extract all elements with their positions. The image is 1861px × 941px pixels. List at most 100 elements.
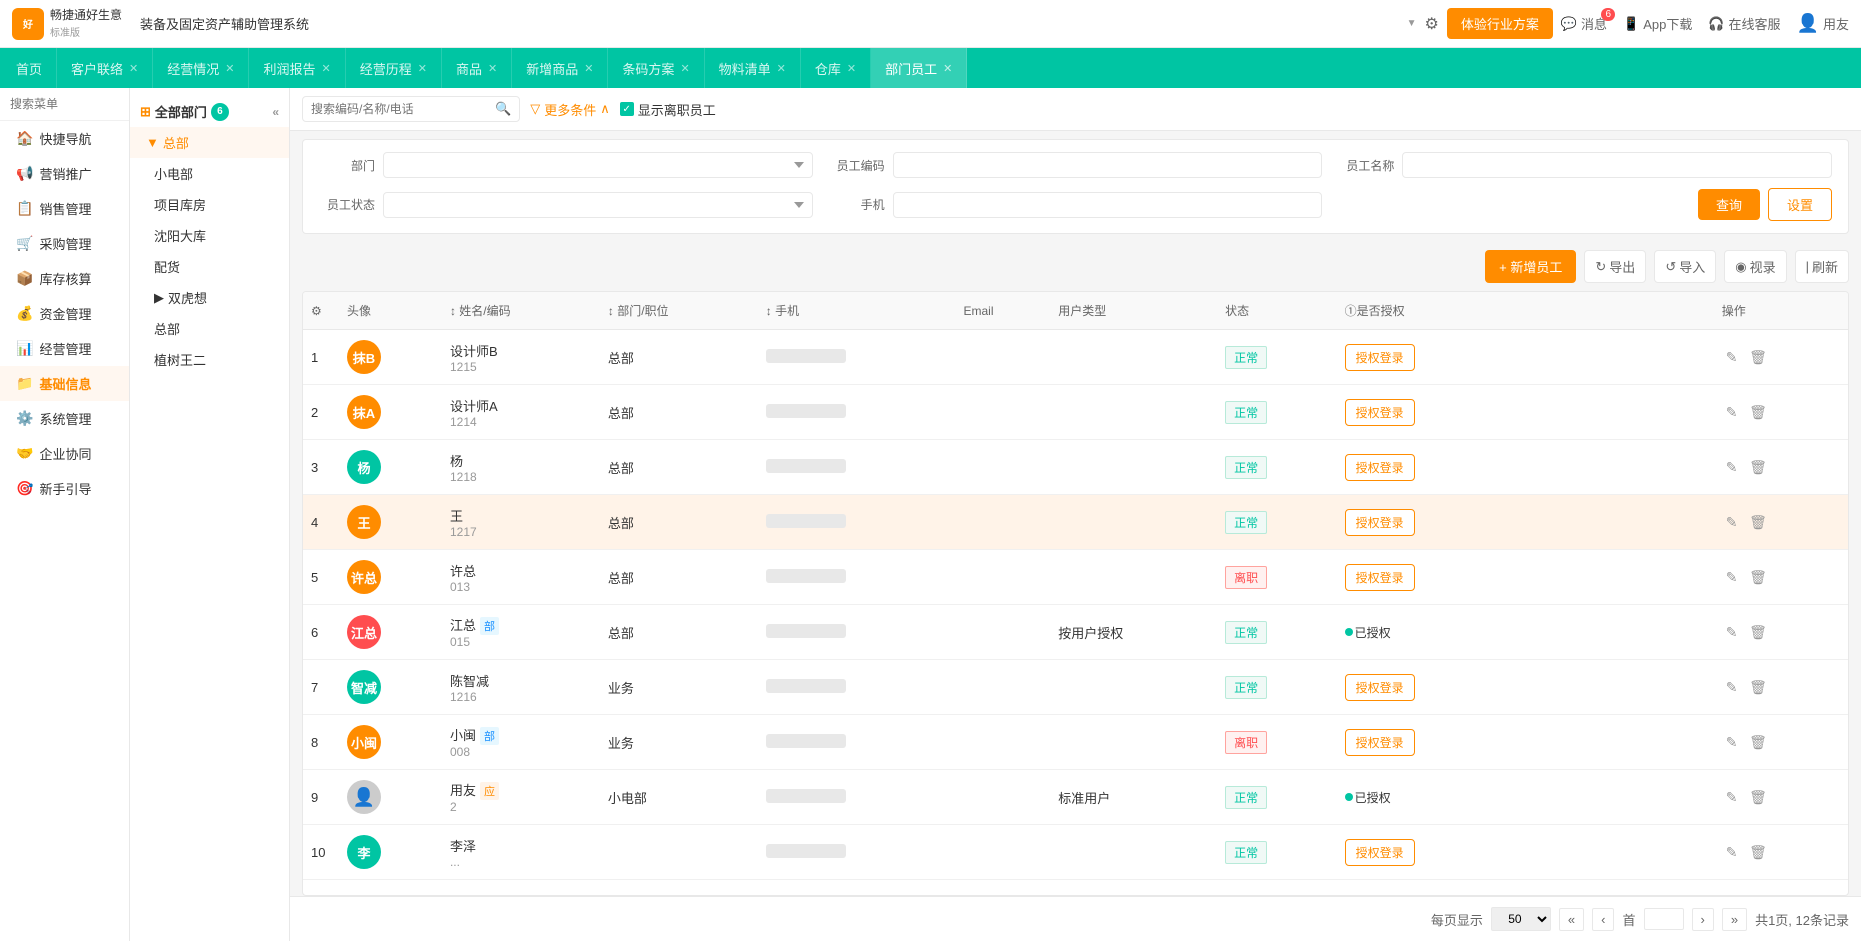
message-button[interactable]: 💬 消息 6: [1561, 14, 1607, 33]
close-icon[interactable]: ✕: [943, 62, 952, 75]
auth-button[interactable]: 授权登录: [1345, 399, 1415, 426]
auth-button[interactable]: 授权登录: [1345, 509, 1415, 536]
edit-button[interactable]: ✎: [1722, 457, 1742, 478]
tab-customer[interactable]: 客户联络✕: [57, 48, 153, 88]
tab-department[interactable]: 部门员工✕: [871, 48, 967, 88]
online-service-button[interactable]: 🎧 在线客服: [1708, 14, 1780, 33]
page-number-input[interactable]: 1: [1644, 908, 1684, 930]
edit-button[interactable]: ✎: [1722, 347, 1742, 368]
emp-code-input[interactable]: [893, 152, 1323, 178]
col-phone[interactable]: ↕ 手机: [758, 292, 956, 330]
search-input[interactable]: [311, 102, 491, 116]
edit-button[interactable]: ✎: [1722, 512, 1742, 533]
prev-page-button[interactable]: ‹: [1592, 908, 1614, 931]
sidebar-item-business[interactable]: 📊 经营管理: [0, 331, 129, 366]
tab-process[interactable]: 经营历程✕: [346, 48, 442, 88]
sidebar-item-inventory[interactable]: 📦 库存核算: [0, 261, 129, 296]
show-resign-toggle[interactable]: ✓ 显示离职员工: [620, 100, 716, 119]
dept-select[interactable]: [383, 152, 813, 178]
search-input[interactable]: [10, 97, 130, 111]
auth-button[interactable]: 授权登录: [1345, 674, 1415, 701]
col-dept[interactable]: ↕ 部门/职位: [600, 292, 758, 330]
auth-button[interactable]: 授权登录: [1345, 839, 1415, 866]
delete-button[interactable]: 🗑: [1745, 842, 1771, 863]
next-page-button[interactable]: ›: [1692, 908, 1714, 931]
edit-button[interactable]: ✎: [1722, 402, 1742, 423]
set-button[interactable]: 设置: [1768, 188, 1832, 221]
delete-button[interactable]: 🗑: [1745, 677, 1771, 698]
sidebar-item-quicknav[interactable]: 🏠 快捷导航: [0, 121, 129, 156]
auth-button[interactable]: 授权登录: [1345, 344, 1415, 371]
tab-goods[interactable]: 商品✕: [442, 48, 512, 88]
close-icon[interactable]: ✕: [129, 62, 138, 75]
delete-button[interactable]: 🗑: [1745, 622, 1771, 643]
settings-button[interactable]: ⚙: [1424, 14, 1438, 34]
trial-button[interactable]: 体验行业方案: [1447, 8, 1553, 39]
dept-node-shuanghu[interactable]: ▶ 双虎想: [138, 282, 289, 313]
tab-profit[interactable]: 利润报告✕: [249, 48, 345, 88]
delete-button[interactable]: 🗑: [1745, 457, 1771, 478]
tab-bom[interactable]: 物料清单✕: [705, 48, 801, 88]
more-conditions-button[interactable]: ▽ 更多条件 ∧: [530, 100, 610, 119]
sidebar-item-collab[interactable]: 🤝 企业协同: [0, 436, 129, 471]
close-icon[interactable]: ✕: [680, 62, 689, 75]
tab-new-goods[interactable]: 新增商品✕: [512, 48, 608, 88]
delete-button[interactable]: 🗑: [1745, 402, 1771, 423]
sidebar-item-marketing[interactable]: 📢 营销推广: [0, 156, 129, 191]
close-icon[interactable]: ✕: [322, 62, 331, 75]
tab-warehouse[interactable]: 仓库✕: [801, 48, 871, 88]
close-icon[interactable]: ✕: [777, 62, 786, 75]
system-title-dropdown-icon[interactable]: ▼: [1407, 18, 1417, 29]
tab-home[interactable]: 首页: [8, 48, 57, 88]
dept-node-shenyang[interactable]: 沈阳大库: [138, 220, 289, 251]
auth-button[interactable]: 授权登录: [1345, 454, 1415, 481]
per-page-select[interactable]: 50 100: [1491, 907, 1551, 931]
close-icon[interactable]: ✕: [584, 62, 593, 75]
tab-operations[interactable]: 经营情况✕: [153, 48, 249, 88]
add-employee-button[interactable]: + 新增员工: [1485, 250, 1576, 283]
dept-node-smallelec[interactable]: 小电部: [138, 158, 289, 189]
edit-button[interactable]: ✎: [1722, 842, 1742, 863]
sidebar-item-guide[interactable]: 🎯 新手引导: [0, 471, 129, 506]
dept-node-plant[interactable]: 植树王二: [138, 344, 289, 375]
sidebar-item-finance[interactable]: 💰 资金管理: [0, 296, 129, 331]
sidebar-item-purchase[interactable]: 🛒 采购管理: [0, 226, 129, 261]
query-button[interactable]: 查询: [1698, 189, 1760, 220]
status-select[interactable]: [383, 192, 813, 218]
import-button[interactable]: ↺ 导入: [1654, 250, 1716, 283]
edit-button[interactable]: ✎: [1722, 787, 1742, 808]
dept-node-dispatch[interactable]: 配货: [138, 251, 289, 282]
app-download-button[interactable]: 📱 App下载: [1623, 14, 1692, 33]
view-button[interactable]: ◉ 视录: [1724, 250, 1786, 283]
dept-node-general[interactable]: ▼ 总部: [130, 127, 289, 158]
edit-button[interactable]: ✎: [1722, 622, 1742, 643]
close-icon[interactable]: ✕: [225, 62, 234, 75]
search-filter[interactable]: 🔍: [302, 96, 520, 122]
user-menu[interactable]: 👤 用友: [1797, 13, 1849, 34]
dept-node-hq[interactable]: 总部: [138, 313, 289, 344]
sidebar-search[interactable]: 🔍: [0, 88, 129, 121]
col-name[interactable]: ↕ 姓名/编码: [442, 292, 600, 330]
first-page-button[interactable]: «: [1559, 908, 1584, 931]
more-button[interactable]: | 刷新: [1795, 250, 1849, 283]
emp-name-input[interactable]: [1402, 152, 1832, 178]
edit-button[interactable]: ✎: [1722, 677, 1742, 698]
tab-barcode[interactable]: 条码方案✕: [608, 48, 704, 88]
edit-button[interactable]: ✎: [1722, 732, 1742, 753]
delete-button[interactable]: 🗑: [1745, 732, 1771, 753]
auth-button[interactable]: 授权登录: [1345, 564, 1415, 591]
close-icon[interactable]: ✕: [847, 62, 856, 75]
delete-button[interactable]: 🗑: [1745, 512, 1771, 533]
close-icon[interactable]: ✕: [488, 62, 497, 75]
last-page-button[interactable]: »: [1722, 908, 1747, 931]
edit-button[interactable]: ✎: [1722, 567, 1742, 588]
delete-button[interactable]: 🗑: [1745, 787, 1771, 808]
delete-button[interactable]: 🗑: [1745, 347, 1771, 368]
close-icon[interactable]: ✕: [418, 62, 427, 75]
sidebar-item-sales[interactable]: 📋 销售管理: [0, 191, 129, 226]
show-resign-checkbox[interactable]: ✓: [620, 102, 634, 116]
phone-input[interactable]: [893, 192, 1323, 218]
sidebar-item-system[interactable]: ⚙️ 系统管理: [0, 401, 129, 436]
export-button[interactable]: ↻ 导出: [1584, 250, 1646, 283]
delete-button[interactable]: 🗑: [1745, 567, 1771, 588]
